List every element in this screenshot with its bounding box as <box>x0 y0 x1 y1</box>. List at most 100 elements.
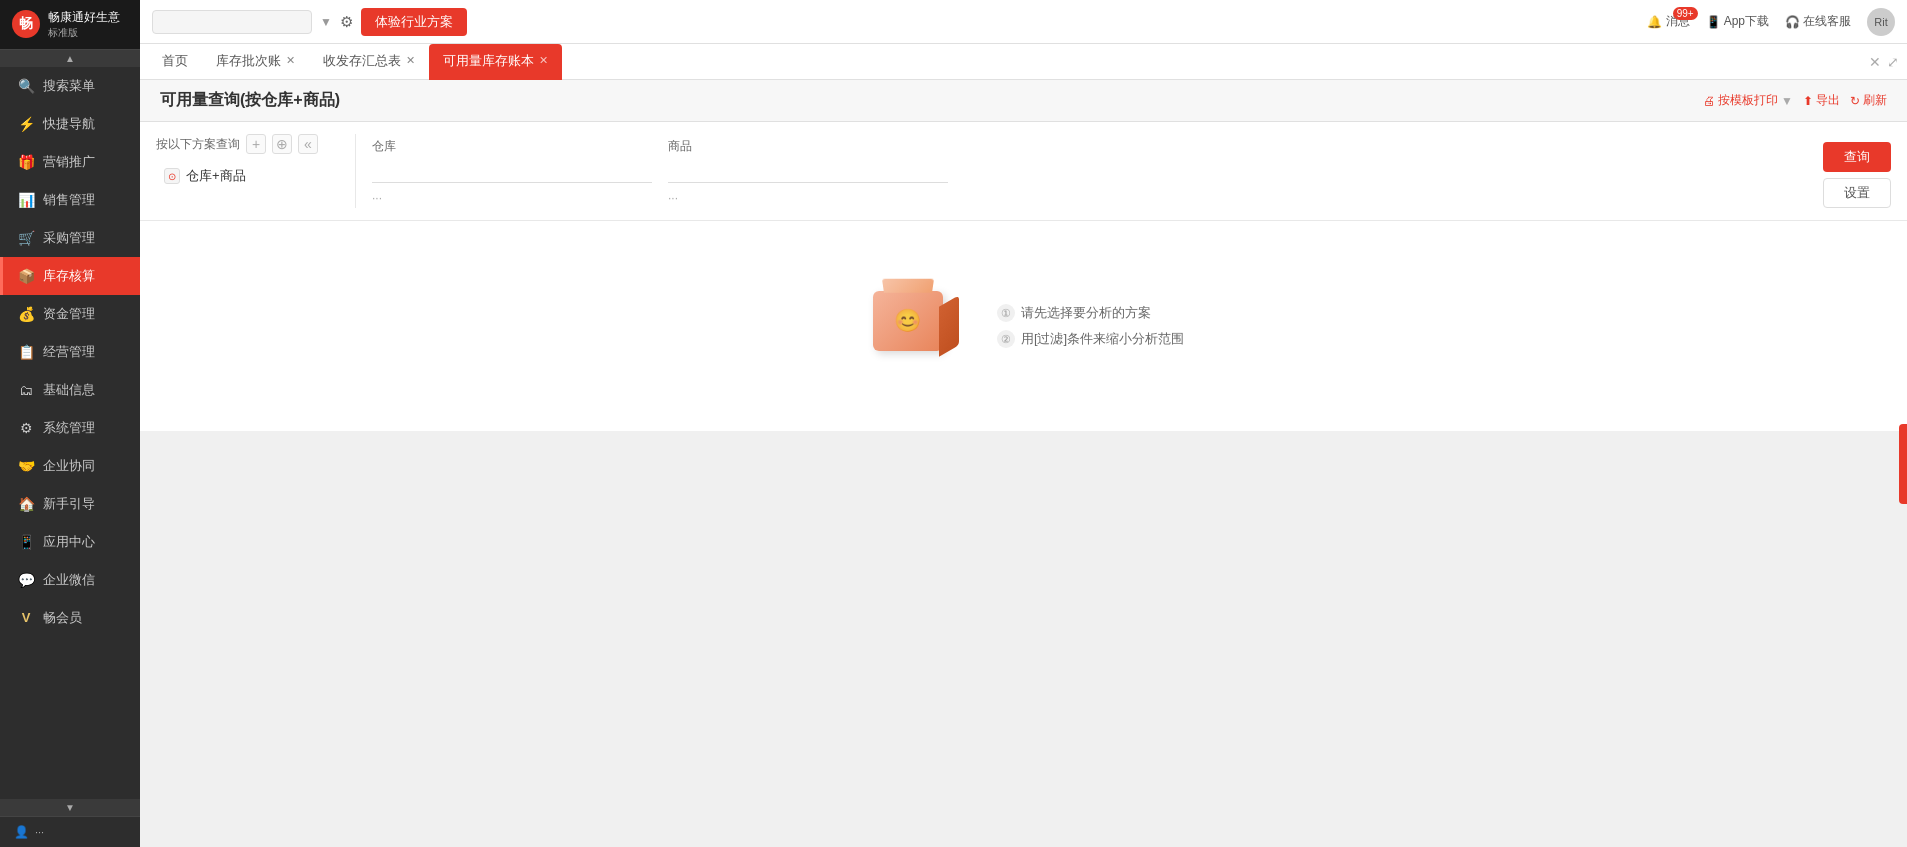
sidebar-user-label: ··· <box>35 826 44 838</box>
scheme-item-warehouse-goods[interactable]: ⊙ 仓库+商品 <box>156 162 343 190</box>
tab-batch[interactable]: 库存批次账 ✕ <box>202 44 309 80</box>
sidebar-item-operations[interactable]: 📋 经营管理 <box>0 333 140 371</box>
trial-industry-button[interactable]: 体验行业方案 <box>361 8 467 36</box>
bell-icon: 🔔 <box>1647 15 1662 29</box>
main-area: ▼ ⚙ 体验行业方案 🔔 消息 99+ 📱 App下载 🎧 在线客服 Rit <box>140 0 1907 847</box>
user-avatar-icon: 👤 <box>14 825 29 839</box>
sidebar-item-base[interactable]: 🗂 基础信息 <box>0 371 140 409</box>
tab-batch-close-icon[interactable]: ✕ <box>286 54 295 67</box>
app-download-button[interactable]: 📱 App下载 <box>1706 13 1769 30</box>
empty-hints: ① 请先选择要分析的方案 ② 用[过滤]条件来缩小分析范围 <box>997 304 1184 348</box>
goods-filter-input[interactable] <box>668 159 948 183</box>
gear-icon: ⚙ <box>17 420 35 436</box>
sidebar-item-finance[interactable]: 💰 资金管理 <box>0 295 140 333</box>
inventory-icon: 📦 <box>17 268 35 284</box>
sidebar-item-enterprise[interactable]: 🤝 企业协同 <box>0 447 140 485</box>
scheme-header: 按以下方案查询 + ⊕ « <box>156 134 343 154</box>
column-settings-button[interactable]: 设置 <box>1823 178 1891 208</box>
folder-icon: 🗂 <box>17 382 35 398</box>
filter-area: 仓库 ··· 商品 ··· 查询 设置 <box>372 134 1891 208</box>
sidebar-item-system[interactable]: ⚙ 系统管理 <box>0 409 140 447</box>
chart-icon: 📊 <box>17 192 35 208</box>
warehouse-more-button[interactable]: ··· <box>372 191 652 205</box>
search-input[interactable] <box>152 10 312 34</box>
sidebar: 畅 畅康通好生意 标准版 ▲ 🔍 搜索菜单 ⚡ 快捷导航 🎁 营销推广 📊 销售… <box>0 0 140 847</box>
sidebar-item-search[interactable]: 🔍 搜索菜单 <box>0 67 140 105</box>
goods-more-button[interactable]: ··· <box>668 191 948 205</box>
query-btn-group: 查询 设置 <box>1823 138 1891 208</box>
tabs-bar: 首页 库存批次账 ✕ 收发存汇总表 ✕ 可用量库存账本 ✕ ✕ ⤢ <box>140 44 1907 80</box>
sidebar-item-member[interactable]: V 畅会员 <box>0 599 140 637</box>
refresh-icon: ↻ <box>1850 94 1860 108</box>
tab-home[interactable]: 首页 <box>148 44 202 80</box>
collapse-scheme-button[interactable]: « <box>298 134 318 154</box>
search-chevron-icon[interactable]: ▼ <box>320 15 332 29</box>
chat-icon: 💬 <box>17 572 35 588</box>
export-button[interactable]: ⬆ 导出 <box>1803 92 1840 109</box>
message-button[interactable]: 🔔 消息 99+ <box>1647 13 1690 30</box>
sidebar-item-inventory[interactable]: 📦 库存核算 <box>0 257 140 295</box>
topbar: ▼ ⚙ 体验行业方案 🔔 消息 99+ 📱 App下载 🎧 在线客服 Rit <box>140 0 1907 44</box>
sidebar-header: 畅 畅康通好生意 标准版 <box>0 0 140 50</box>
warehouse-filter-group: 仓库 ··· <box>372 138 652 205</box>
sidebar-item-sales[interactable]: 📊 销售管理 <box>0 181 140 219</box>
sidebar-item-purchase[interactable]: 🛒 采购管理 <box>0 219 140 257</box>
flash-icon: ⚡ <box>17 116 35 132</box>
hint-2-number: ② <box>997 330 1015 348</box>
sidebar-item-wechat[interactable]: 💬 企业微信 <box>0 561 140 599</box>
hint-1-text: 请先选择要分析的方案 <box>1021 304 1151 322</box>
add-scheme-button[interactable]: + <box>246 134 266 154</box>
tab-summary-close-icon[interactable]: ✕ <box>406 54 415 67</box>
topbar-right: 🔔 消息 99+ 📱 App下载 🎧 在线客服 Rit <box>1647 8 1895 36</box>
headset-icon: 🎧 <box>1785 15 1800 29</box>
money-icon: 💰 <box>17 306 35 322</box>
sidebar-item-apps[interactable]: 📱 应用中心 <box>0 523 140 561</box>
empty-state: 😊 ① 请先选择要分析的方案 ② 用[过滤]条件来缩小分析范围 <box>140 221 1907 431</box>
page-title: 可用量查询(按仓库+商品) <box>160 90 340 111</box>
gift-icon: 🎁 <box>17 154 35 170</box>
cart-icon: 🛒 <box>17 230 35 246</box>
tab-available-close-icon[interactable]: ✕ <box>539 54 548 67</box>
sidebar-bottom-user[interactable]: 👤 ··· <box>0 816 140 847</box>
printer-icon: 🖨 <box>1703 94 1715 108</box>
sidebar-item-newbie[interactable]: 🏠 新手引导 <box>0 485 140 523</box>
print-button[interactable]: 🖨 按模板打印 ▼ <box>1703 92 1793 109</box>
online-service-button[interactable]: 🎧 在线客服 <box>1785 13 1851 30</box>
sidebar-menu: 🔍 搜索菜单 ⚡ 快捷导航 🎁 营销推广 📊 销售管理 🛒 采购管理 📦 库存核… <box>0 67 140 799</box>
member-icon: V <box>17 610 35 625</box>
empty-hint-2: ② 用[过滤]条件来缩小分析范围 <box>997 330 1184 348</box>
settings-gear-icon[interactable]: ⚙ <box>340 13 353 31</box>
warehouse-filter-input[interactable] <box>372 159 652 183</box>
query-area: 按以下方案查询 + ⊕ « ⊙ 仓库+商品 仓库 ··· 商品 <box>140 122 1907 221</box>
handshake-icon: 🤝 <box>17 458 35 474</box>
tab-available[interactable]: 可用量库存账本 ✕ <box>429 44 562 80</box>
sidebar-scroll-down[interactable]: ▼ <box>0 799 140 816</box>
tab-expand-icon[interactable]: ⤢ <box>1887 54 1899 70</box>
home-icon: 🏠 <box>17 496 35 512</box>
query-button[interactable]: 查询 <box>1823 142 1891 172</box>
empty-hint-1: ① 请先选择要分析的方案 <box>997 304 1184 322</box>
print-chevron-icon: ▼ <box>1781 94 1793 108</box>
clipboard-icon: 📋 <box>17 344 35 360</box>
tab-close-all-icon[interactable]: ✕ <box>1869 54 1881 70</box>
phone-icon: 📱 <box>1706 15 1721 29</box>
sidebar-item-shortcut[interactable]: ⚡ 快捷导航 <box>0 105 140 143</box>
empty-illustration: 😊 ① 请先选择要分析的方案 ② 用[过滤]条件来缩小分析范围 <box>863 281 1184 371</box>
search-icon: 🔍 <box>17 78 35 94</box>
refresh-button[interactable]: ↻ 刷新 <box>1850 92 1887 109</box>
brand-logo: 畅 <box>12 10 40 38</box>
tab-summary[interactable]: 收发存汇总表 ✕ <box>309 44 429 80</box>
goods-filter-group: 商品 ··· <box>668 138 948 205</box>
scheme-settings-button[interactable]: ⊕ <box>272 134 292 154</box>
sidebar-item-marketing[interactable]: 🎁 营销推广 <box>0 143 140 181</box>
page-content: 可用量查询(按仓库+商品) 🖨 按模板打印 ▼ ⬆ 导出 ↻ 刷新 <box>140 80 1907 847</box>
scheme-item-icon: ⊙ <box>164 168 180 184</box>
user-avatar[interactable]: Rit <box>1867 8 1895 36</box>
export-icon: ⬆ <box>1803 94 1813 108</box>
scheme-panel: 按以下方案查询 + ⊕ « ⊙ 仓库+商品 <box>156 134 356 208</box>
goods-filter-label: 商品 <box>668 138 948 155</box>
mobile-icon: 📱 <box>17 534 35 550</box>
page-actions: 🖨 按模板打印 ▼ ⬆ 导出 ↻ 刷新 <box>1703 92 1887 109</box>
sidebar-scroll-up[interactable]: ▲ <box>0 50 140 67</box>
hint-2-text: 用[过滤]条件来缩小分析范围 <box>1021 330 1184 348</box>
